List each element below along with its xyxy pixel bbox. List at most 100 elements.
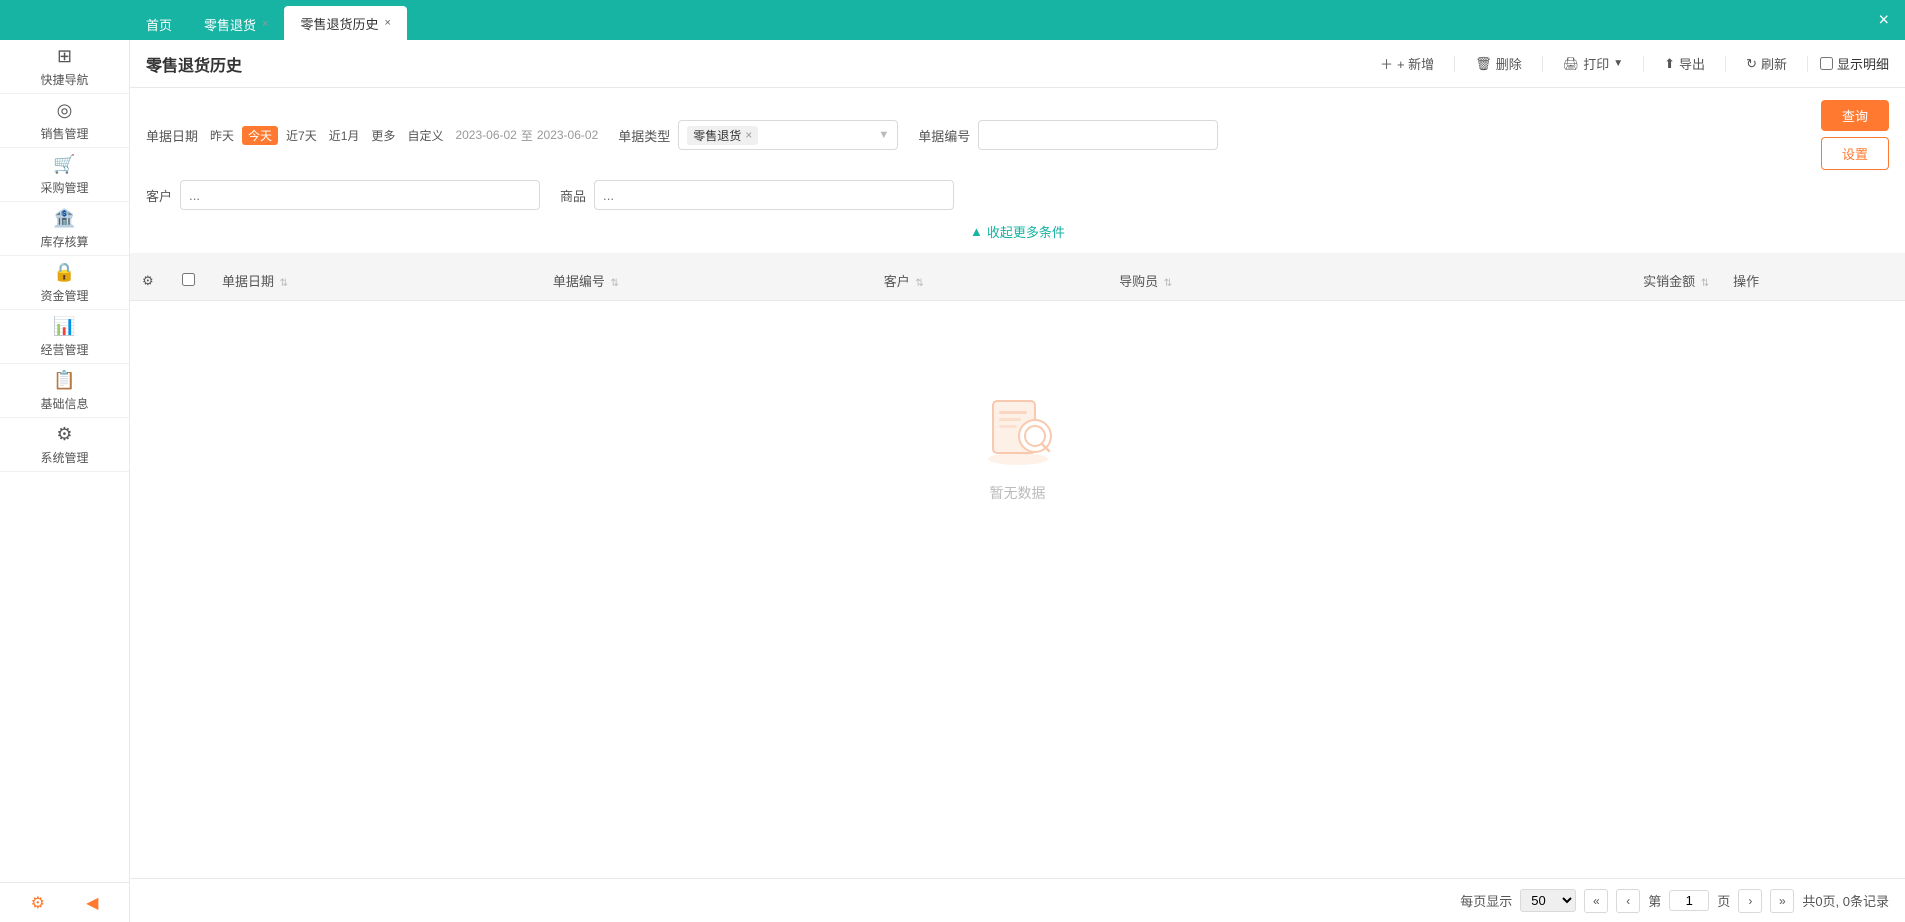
sidebar: 🔍 搜索菜单 ⊞ 快捷导航 ◎ 销售管理 🛒 采购管理 🏦 库存核算 🔒 资金管… — [0, 0, 130, 922]
window-close-btn[interactable]: × — [1878, 10, 1889, 31]
empty-state-icon — [973, 381, 1063, 471]
last-page-btn[interactable]: » — [1770, 889, 1794, 913]
page-size-select[interactable]: 20 50 100 — [1520, 889, 1576, 912]
filter-customer: 客户 — [146, 180, 540, 210]
sidebar-item-finance[interactable]: 🔒 资金管理 — [0, 256, 129, 310]
sort-doc-date-icon: ⇅ — [280, 278, 288, 289]
th-checkbox[interactable] — [170, 261, 210, 301]
select-all-checkbox[interactable] — [182, 273, 195, 286]
collapse-btn[interactable]: ▲ 收起更多条件 — [970, 222, 1065, 241]
doc-type-chevron: ▼ — [878, 129, 889, 141]
tab-home[interactable]: 首页 — [130, 8, 188, 40]
divider-3 — [1643, 56, 1644, 72]
sort-customer-icon: ⇅ — [915, 278, 923, 289]
th-doc-no[interactable]: 单据编号 ⇅ — [541, 261, 872, 301]
table-container: ⚙ 单据日期 ⇅ 单据编号 ⇅ 客户 ⇅ — [130, 261, 1905, 878]
sort-guide-icon: ⇅ — [1164, 278, 1172, 289]
refresh-btn[interactable]: ↻ 刷新 — [1738, 50, 1795, 77]
sound-bottom-btn[interactable]: ◀ — [86, 893, 98, 913]
display-detail-checkbox[interactable] — [1820, 57, 1833, 70]
page-label: 页 — [1717, 891, 1730, 910]
delete-btn[interactable]: 🗑 删除 — [1467, 50, 1530, 77]
th-action: 操作 — [1721, 261, 1905, 301]
shortcut-7days[interactable]: 近7天 — [282, 126, 321, 145]
page-header: 零售退货历史 ＋ + 新增 🗑 删除 🖨 打印 ▼ ⬆ 导出 — [130, 40, 1905, 88]
top-bar: 首页 零售退货 × 零售退货历史 × × — [0, 0, 1905, 40]
next-page-btn[interactable]: › — [1738, 889, 1762, 913]
collapse-row: ▲ 收起更多条件 — [146, 214, 1889, 249]
purchase-icon: 🛒 — [53, 154, 75, 175]
print-btn[interactable]: 🖨 打印 ▼ — [1555, 50, 1631, 77]
filter-row-2: 客户 商品 — [146, 180, 1889, 210]
first-page-btn[interactable]: « — [1584, 889, 1608, 913]
filter-goods: 商品 — [560, 180, 954, 210]
page-number-input[interactable] — [1669, 890, 1709, 911]
system-icon: ⚙ — [56, 424, 72, 445]
prev-page-btn[interactable]: ‹ — [1616, 889, 1640, 913]
print-icon: 🖨 — [1563, 56, 1580, 72]
filter-settings-button[interactable]: 设置 — [1821, 137, 1889, 170]
refresh-icon: ↻ — [1746, 56, 1757, 72]
tab-retail-return[interactable]: 零售退货 × — [188, 8, 284, 40]
data-table: ⚙ 单据日期 ⇅ 单据编号 ⇅ 客户 ⇅ — [130, 261, 1905, 583]
tab-retail-return-history-close[interactable]: × — [384, 17, 390, 29]
main-content: 零售退货历史 ＋ + 新增 🗑 删除 🖨 打印 ▼ ⬆ 导出 — [130, 40, 1905, 922]
new-btn[interactable]: ＋ + 新增 — [1372, 50, 1442, 77]
export-icon: ⬆ — [1664, 56, 1675, 72]
new-icon: ＋ — [1380, 54, 1393, 73]
filter-doc-no: 单据编号 — [918, 120, 1218, 150]
sort-doc-no-icon: ⇅ — [611, 278, 619, 289]
total-info: 共0页, 0条记录 — [1802, 891, 1889, 910]
query-button[interactable]: 查询 — [1821, 100, 1889, 131]
sales-icon: ◎ — [57, 100, 73, 121]
goods-input[interactable] — [594, 180, 954, 210]
doc-no-input[interactable] — [978, 120, 1218, 150]
sidebar-bottom: ⚙ ◀ — [0, 882, 129, 922]
customer-input[interactable] — [180, 180, 540, 210]
operations-icon: 📊 — [53, 316, 75, 337]
filter-doc-type: 单据类型 零售退货 × ▼ — [618, 120, 898, 150]
shortcut-today[interactable]: 今天 — [242, 126, 278, 145]
shortcut-yesterday[interactable]: 昨天 — [206, 126, 238, 145]
header-actions: ＋ + 新增 🗑 删除 🖨 打印 ▼ ⬆ 导出 ↻ 刷新 — [1372, 50, 1889, 77]
customer-label: 客户 — [146, 186, 172, 205]
filter-row-1: 单据日期 昨天 今天 近7天 近1月 更多 自定义 2023-06-02 至 2… — [146, 100, 1889, 170]
filter-section: 单据日期 昨天 今天 近7天 近1月 更多 自定义 2023-06-02 至 2… — [130, 88, 1905, 253]
sort-amount-icon: ⇅ — [1701, 278, 1709, 289]
pagination-bar: 每页显示 20 50 100 « ‹ 第 页 › » 共0页, 0条记录 — [130, 878, 1905, 922]
shortcut-1month[interactable]: 近1月 — [325, 126, 364, 145]
sidebar-item-system[interactable]: ⚙ 系统管理 — [0, 418, 129, 472]
page-title: 零售退货历史 — [146, 52, 242, 76]
tab-retail-return-close[interactable]: × — [262, 18, 268, 30]
doc-type-label: 单据类型 — [618, 126, 670, 145]
shortcut-custom[interactable]: 自定义 — [403, 126, 447, 145]
tab-retail-return-history[interactable]: 零售退货历史 × — [284, 6, 406, 40]
th-doc-date[interactable]: 单据日期 ⇅ — [210, 261, 541, 301]
th-customer[interactable]: 客户 ⇅ — [872, 261, 1107, 301]
tab-bar: 首页 零售退货 × 零售退货历史 × — [130, 0, 407, 40]
display-detail-toggle[interactable]: 显示明细 — [1820, 54, 1889, 73]
export-btn[interactable]: ⬆ 导出 — [1656, 50, 1713, 77]
divider-5 — [1807, 56, 1808, 72]
th-guide[interactable]: 导购员 ⇅ — [1107, 261, 1390, 301]
basic-info-icon: 📋 — [53, 370, 75, 391]
sidebar-item-quick-nav[interactable]: ⊞ 快捷导航 — [0, 40, 129, 94]
shortcut-more[interactable]: 更多 — [367, 126, 399, 145]
sidebar-item-sales[interactable]: ◎ 销售管理 — [0, 94, 129, 148]
sidebar-item-operations[interactable]: 📊 经营管理 — [0, 310, 129, 364]
sidebar-item-inventory[interactable]: 🏦 库存核算 — [0, 202, 129, 256]
doc-type-tag-close[interactable]: × — [745, 128, 752, 142]
doc-type-select[interactable]: 零售退货 × ▼ — [678, 120, 898, 150]
date-range: 2023-06-02 至 2023-06-02 — [455, 127, 598, 144]
sidebar-item-purchase[interactable]: 🛒 采购管理 — [0, 148, 129, 202]
empty-state-row: 暂无数据 — [130, 301, 1905, 584]
settings-bottom-btn[interactable]: ⚙ — [31, 893, 45, 913]
sidebar-item-basic-info[interactable]: 📋 基础信息 — [0, 364, 129, 418]
finance-icon: 🔒 — [53, 262, 75, 283]
date-label: 单据日期 — [146, 126, 198, 145]
doc-type-tag: 零售退货 × — [687, 126, 758, 145]
print-dropdown-icon: ▼ — [1613, 58, 1623, 69]
th-settings[interactable]: ⚙ — [130, 261, 170, 301]
th-amount[interactable]: 实销金额 ⇅ — [1390, 261, 1721, 301]
table-settings-icon[interactable]: ⚙ — [142, 273, 154, 288]
